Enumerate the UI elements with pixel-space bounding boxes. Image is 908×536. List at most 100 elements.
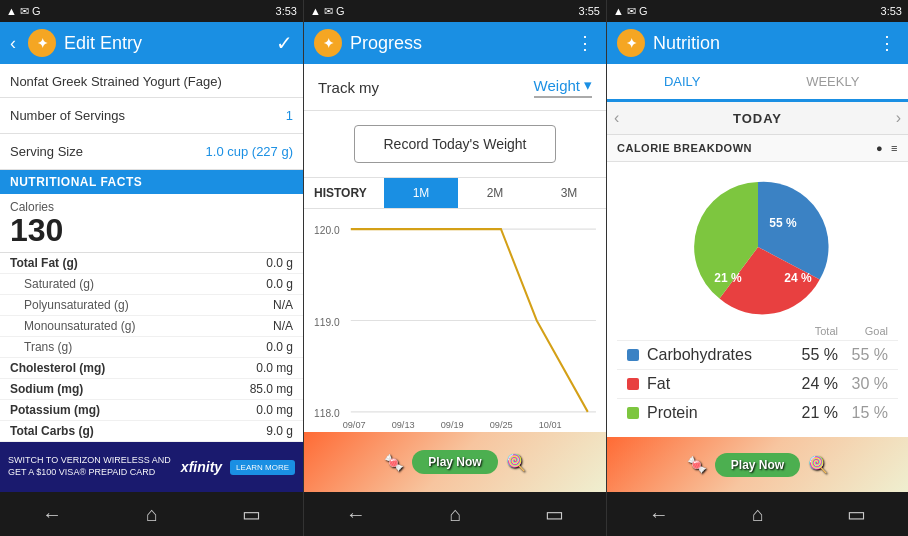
facts-body: Calories 130 Total Fat (g)0.0 gSaturated… (0, 194, 303, 442)
track-my-row: Track my Weight ▾ (304, 64, 606, 111)
nutrient-row: Trans (g)0.0 g (0, 337, 303, 358)
nutrient-value: 0.0 mg (256, 361, 293, 375)
legend-item-name: Fat (647, 375, 788, 393)
back-nav-icon-3[interactable]: ← (649, 503, 669, 526)
candy-crush-icon-3: 🍭 (808, 455, 828, 474)
status-bar-1: ▲ ✉ G 3:53 (0, 0, 303, 22)
nutrient-row: Total Carbs (g) 9.0 g (0, 421, 303, 442)
nutrition-header: ✦ Nutrition ⋮ (607, 22, 908, 64)
status-time-3: 3:53 (881, 5, 902, 17)
status-icons-left-2: ▲ ✉ G (310, 5, 345, 18)
candy-ad-text-3: 🍬 (687, 455, 707, 474)
calorie-breakdown-label: CALORIE BREAKDOWN (617, 142, 752, 154)
legend-color-dot (627, 378, 639, 390)
nutrient-value: 0.0 g (266, 277, 293, 291)
pie-chart-icon[interactable]: ● (876, 142, 883, 154)
recent-nav-icon-1[interactable]: ▭ (242, 502, 261, 526)
panel-nutrition: ▲ ✉ G 3:53 ✦ Nutrition ⋮ DAILY WEEKLY ‹ … (606, 0, 908, 536)
svg-text:24 %: 24 % (784, 271, 812, 285)
nutrient-row: Polyunsaturated (g)N/A (0, 295, 303, 316)
track-my-label: Track my (318, 79, 379, 96)
list-view-icon[interactable]: ≡ (891, 142, 898, 154)
legend-list: Carbohydrates 55 % 55 % Fat 24 % 30 % Pr… (617, 340, 898, 427)
back-nav-icon-2[interactable]: ← (346, 503, 366, 526)
nutrient-name: Trans (g) (10, 340, 72, 354)
serving-size-value[interactable]: 1.0 cup (227 g) (206, 144, 293, 159)
nutrient-row: Monounsaturated (g)N/A (0, 316, 303, 337)
play-now-button-3[interactable]: Play Now (715, 453, 800, 477)
candy-ad-2: 🍬 Play Now 🍭 (304, 432, 606, 492)
nav-bar-2: ← ⌂ ▭ (304, 492, 606, 536)
tab-3m[interactable]: 3M (532, 178, 606, 208)
record-button-wrap: Record Today's Weight (304, 111, 606, 178)
candy-crush-icon: 🍭 (506, 453, 526, 472)
nutrient-name: Polyunsaturated (g) (10, 298, 129, 312)
nutrient-name: Potassium (mg) (10, 403, 100, 417)
menu-dots-3[interactable]: ⋮ (878, 32, 898, 54)
home-nav-icon-2[interactable]: ⌂ (449, 503, 461, 526)
legend-item-total: 24 % (788, 375, 838, 393)
status-bar-3: ▲ ✉ G 3:53 (607, 0, 908, 22)
svg-text:09/07: 09/07 (343, 419, 366, 428)
legend-item-goal: 30 % (838, 375, 888, 393)
nutrient-value: N/A (273, 319, 293, 333)
tab-2m[interactable]: 2M (458, 178, 532, 208)
recent-nav-icon-2[interactable]: ▭ (545, 502, 564, 526)
legend-item-name: Protein (647, 404, 788, 422)
status-icons-left-3: ▲ ✉ G (613, 5, 648, 18)
serving-size-label: Serving Size (10, 144, 83, 159)
svg-text:120.0: 120.0 (314, 225, 340, 236)
legend-header: Total Goal (617, 322, 898, 340)
svg-text:09/19: 09/19 (441, 419, 464, 428)
legend-name-header (627, 325, 788, 337)
ad-learn-more-button[interactable]: LEARN MORE (230, 460, 295, 475)
food-name: Nonfat Greek Strained Yogurt (Fage) (0, 64, 303, 98)
record-weight-button[interactable]: Record Today's Weight (354, 125, 555, 163)
check-icon[interactable]: ✓ (276, 31, 293, 55)
next-day-button[interactable]: › (896, 109, 901, 127)
tab-weekly[interactable]: WEEKLY (758, 64, 909, 99)
nav-bar-1: ← ⌂ ▭ (0, 492, 303, 536)
svg-text:09/25: 09/25 (490, 419, 513, 428)
legend-row: Fat 24 % 30 % (617, 369, 898, 398)
progress-title: Progress (350, 33, 568, 54)
candy-ad-text: 🍬 (384, 453, 404, 472)
today-row: ‹ TODAY › (607, 102, 908, 135)
legend-row: Protein 21 % 15 % (617, 398, 898, 427)
svg-text:118.0: 118.0 (314, 408, 340, 419)
nutrient-name: Saturated (g) (10, 277, 94, 291)
back-arrow-icon[interactable]: ‹ (10, 33, 16, 54)
back-nav-icon-1[interactable]: ← (42, 503, 62, 526)
calories-value: 130 (10, 214, 63, 246)
play-now-button-2[interactable]: Play Now (412, 450, 497, 474)
weight-chart: 120.0 119.0 118.0 09/07 09/13 09/19 09/2… (312, 213, 598, 428)
servings-row: Number of Servings 1 (0, 98, 303, 134)
nutrient-value: 9.0 g (266, 424, 293, 438)
track-my-select[interactable]: Weight ▾ (534, 76, 592, 98)
legend-color-dot (627, 349, 639, 361)
svg-text:21 %: 21 % (714, 271, 742, 285)
nutrient-value: 0.0 g (266, 256, 293, 270)
serving-size-row: Serving Size 1.0 cup (227 g) (0, 134, 303, 170)
tab-1m[interactable]: 1M (384, 178, 458, 208)
recent-nav-icon-3[interactable]: ▭ (847, 502, 866, 526)
app-logo-2: ✦ (314, 29, 342, 57)
today-label: TODAY (619, 111, 895, 126)
edit-entry-header: ‹ ✦ Edit Entry ✓ (0, 22, 303, 64)
nutritional-facts-header: NUTRITIONAL FACTS (0, 170, 303, 194)
status-bar-2: ▲ ✉ G 3:55 (304, 0, 606, 22)
tab-daily[interactable]: DAILY (607, 64, 758, 102)
nutrient-row: Sodium (mg)85.0 mg (0, 379, 303, 400)
nutrient-name: Total Carbs (g) (10, 424, 94, 438)
servings-value[interactable]: 1 (286, 108, 293, 123)
home-nav-icon-3[interactable]: ⌂ (752, 503, 764, 526)
dropdown-arrow-icon: ▾ (584, 76, 592, 94)
menu-dots-2[interactable]: ⋮ (576, 32, 596, 54)
pie-and-legend: 55 % 24 % 21 % Total Goal Carbohydrates … (617, 172, 898, 427)
ad-text-1: SWITCH TO VERIZON WIRELESS AND (8, 455, 173, 467)
svg-text:119.0: 119.0 (314, 317, 340, 328)
chart-area: 120.0 119.0 118.0 09/07 09/13 09/19 09/2… (304, 209, 606, 432)
home-nav-icon-1[interactable]: ⌂ (146, 503, 158, 526)
calories-row: Calories 130 (0, 194, 303, 253)
nutrient-row: Saturated (g) 0.0 g (0, 274, 303, 295)
